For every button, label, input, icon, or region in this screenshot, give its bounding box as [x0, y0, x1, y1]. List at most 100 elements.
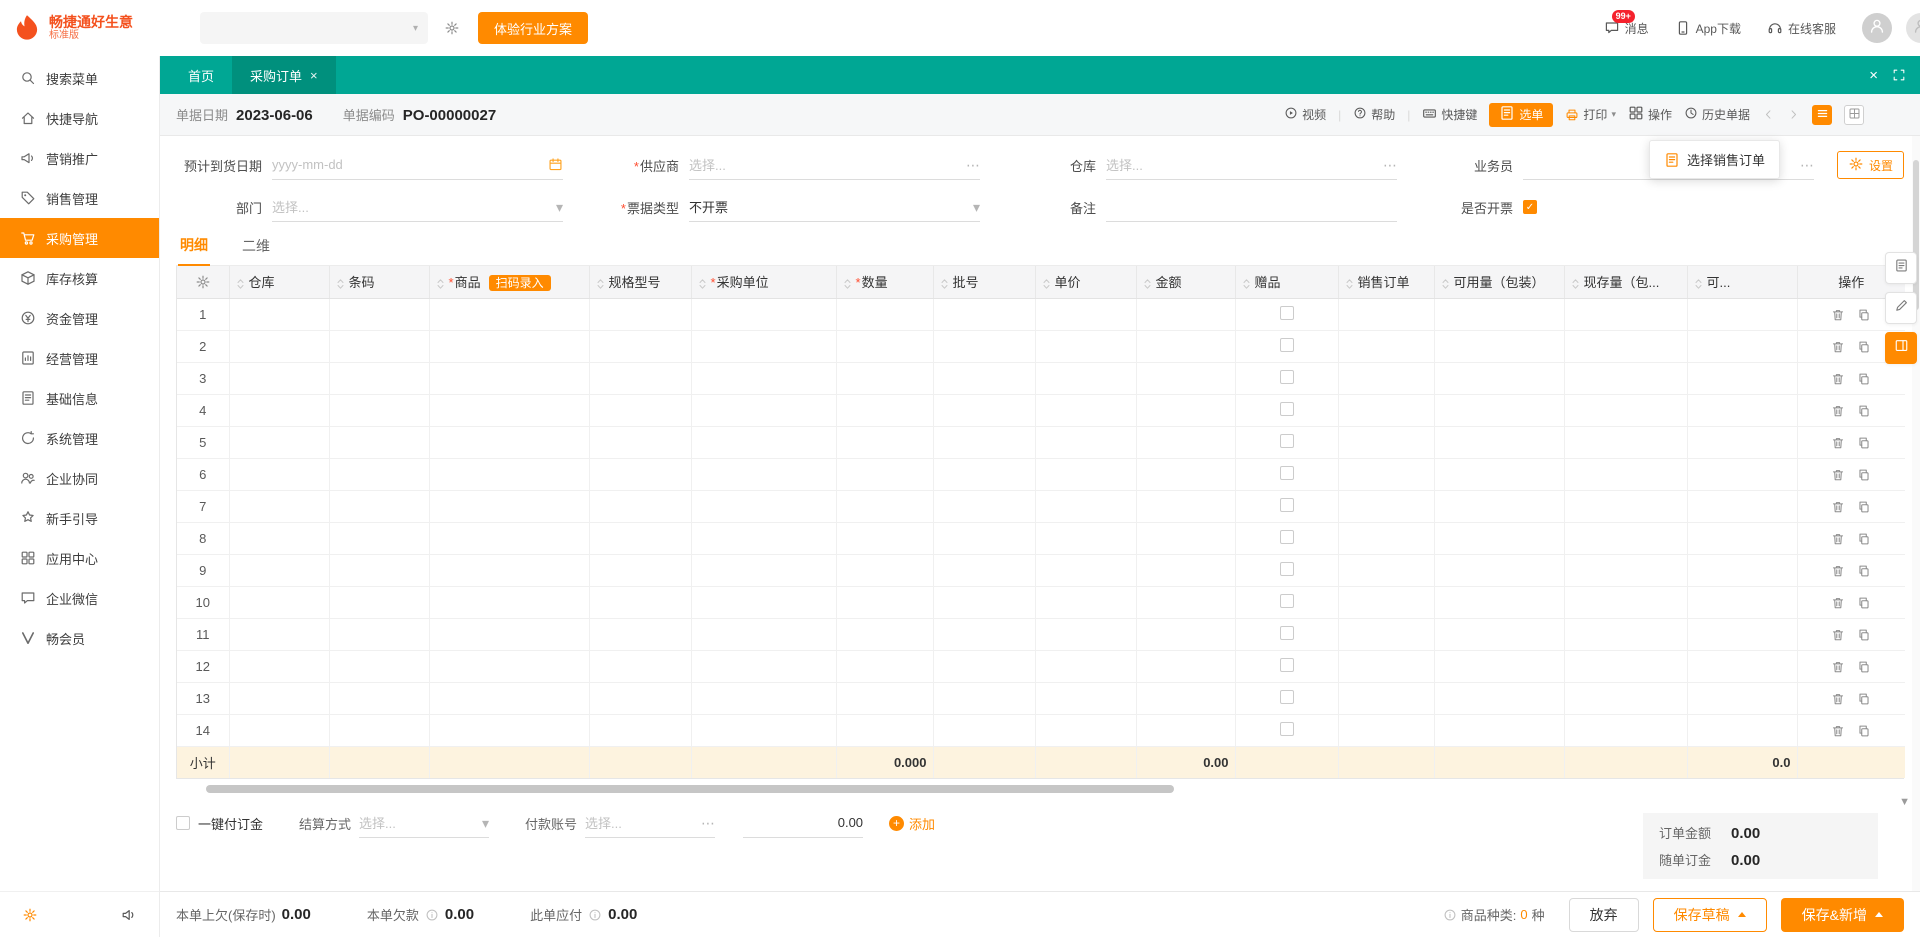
cell-warehouse[interactable] — [229, 330, 330, 363]
tab-dimension[interactable]: 二维 — [240, 236, 272, 265]
deposit-amount-input[interactable] — [743, 815, 864, 830]
cell-price[interactable] — [1035, 298, 1137, 331]
sidebar-item-14[interactable]: 畅会员 — [0, 618, 159, 658]
cell-batch[interactable] — [933, 618, 1036, 651]
cell-barcode[interactable] — [329, 586, 430, 619]
delete-row-icon[interactable] — [1831, 596, 1845, 610]
cell-available_trunc[interactable] — [1687, 586, 1798, 619]
col-header-available_trunc[interactable]: 可... — [1687, 266, 1798, 299]
doc-date-value[interactable]: 2023-06-06 — [236, 107, 313, 124]
copy-row-icon[interactable] — [1857, 596, 1871, 610]
cell-unit[interactable] — [691, 522, 837, 555]
cell-stock_pack[interactable] — [1564, 458, 1688, 491]
cell-available_pack[interactable] — [1434, 650, 1565, 683]
help-button[interactable]: 帮助 — [1353, 106, 1395, 123]
cell-barcode[interactable] — [329, 522, 430, 555]
cell-barcode[interactable] — [329, 330, 430, 363]
cell-available_trunc[interactable] — [1687, 714, 1798, 747]
cell-amount[interactable] — [1136, 586, 1236, 619]
cell-available_trunc[interactable] — [1687, 394, 1798, 427]
cell-warehouse[interactable] — [229, 714, 330, 747]
app-download-menu[interactable]: App下载 — [1675, 20, 1741, 37]
cell-barcode[interactable] — [329, 490, 430, 523]
cell-qty[interactable] — [836, 554, 934, 587]
delete-row-icon[interactable] — [1831, 660, 1845, 674]
cell-amount[interactable] — [1136, 522, 1236, 555]
table-row[interactable]: 9 — [177, 554, 1905, 587]
cell-warehouse[interactable] — [229, 490, 330, 523]
cell-stock_pack[interactable] — [1564, 394, 1688, 427]
scan-entry-button[interactable]: 扫码录入 — [488, 275, 551, 292]
cell-available_pack[interactable] — [1434, 298, 1565, 331]
hotkey-button[interactable]: 快捷键 — [1422, 106, 1477, 124]
table-row[interactable]: 5 — [177, 426, 1905, 459]
department-select[interactable]: 选择... ▾ — [272, 192, 563, 222]
cell-unit[interactable] — [691, 490, 837, 523]
pick-sales-order-item[interactable]: 选择销售订单 — [1687, 150, 1765, 169]
close-all-tabs-icon[interactable]: × — [1869, 68, 1878, 83]
col-header-amount[interactable]: 金额 — [1136, 266, 1236, 299]
table-row[interactable]: 2 — [177, 330, 1905, 363]
gift-checkbox[interactable] — [1279, 497, 1294, 512]
delete-row-icon[interactable] — [1831, 372, 1845, 386]
cell-available_pack[interactable] — [1434, 618, 1565, 651]
cell-batch[interactable] — [933, 714, 1036, 747]
cell-stock_pack[interactable] — [1564, 490, 1688, 523]
cell-available_trunc[interactable] — [1687, 682, 1798, 715]
cell-price[interactable] — [1035, 586, 1137, 619]
sort-icon[interactable] — [1042, 278, 1051, 290]
cell-batch[interactable] — [933, 394, 1036, 427]
sort-icon[interactable] — [698, 278, 707, 290]
cell-available_pack[interactable] — [1434, 394, 1565, 427]
cell-product[interactable] — [429, 586, 590, 619]
cell-product[interactable] — [429, 490, 590, 523]
cell-qty[interactable] — [836, 330, 934, 363]
video-button[interactable]: 视频 — [1284, 106, 1326, 123]
cell-qty[interactable] — [836, 362, 934, 395]
delete-row-icon[interactable] — [1831, 468, 1845, 482]
cell-warehouse[interactable] — [229, 650, 330, 683]
col-header-gift[interactable]: 赠品 — [1235, 266, 1339, 299]
cell-available_pack[interactable] — [1434, 586, 1565, 619]
table-row[interactable]: 12 — [177, 650, 1905, 683]
col-header-available_pack[interactable]: 可用量（包装） — [1434, 266, 1565, 299]
delete-row-icon[interactable] — [1831, 500, 1845, 514]
sort-icon[interactable] — [1242, 278, 1251, 290]
cell-price[interactable] — [1035, 522, 1137, 555]
cell-sales_order[interactable] — [1338, 682, 1435, 715]
hscroll-track[interactable] — [176, 785, 1904, 793]
cell-barcode[interactable] — [329, 714, 430, 747]
cell-spec[interactable] — [589, 554, 692, 587]
cell-barcode[interactable] — [329, 362, 430, 395]
cell-available_trunc[interactable] — [1687, 426, 1798, 459]
cell-available_trunc[interactable] — [1687, 618, 1798, 651]
cell-spec[interactable] — [589, 618, 692, 651]
gift-checkbox[interactable] — [1279, 529, 1294, 544]
cell-warehouse[interactable] — [229, 298, 330, 331]
cell-warehouse[interactable] — [229, 362, 330, 395]
cell-barcode[interactable] — [329, 554, 430, 587]
cell-qty[interactable] — [836, 586, 934, 619]
table-row[interactable]: 10 — [177, 586, 1905, 619]
cell-unit[interactable] — [691, 298, 837, 331]
cell-price[interactable] — [1035, 682, 1137, 715]
cell-stock_pack[interactable] — [1564, 618, 1688, 651]
cell-price[interactable] — [1035, 362, 1137, 395]
cell-price[interactable] — [1035, 426, 1137, 459]
cell-unit[interactable] — [691, 682, 837, 715]
cell-sales_order[interactable] — [1338, 650, 1435, 683]
copy-row-icon[interactable] — [1857, 532, 1871, 546]
cell-batch[interactable] — [933, 362, 1036, 395]
copy-row-icon[interactable] — [1857, 692, 1871, 706]
cell-stock_pack[interactable] — [1564, 298, 1688, 331]
cell-product[interactable] — [429, 522, 590, 555]
gift-checkbox[interactable] — [1279, 401, 1294, 416]
sort-icon[interactable] — [236, 278, 245, 290]
cell-unit[interactable] — [691, 458, 837, 491]
cell-spec[interactable] — [589, 394, 692, 427]
cell-spec[interactable] — [589, 650, 692, 683]
more-icon[interactable]: ⋯ — [966, 158, 980, 172]
hscroll-thumb[interactable] — [206, 785, 1174, 793]
cell-available_pack[interactable] — [1434, 714, 1565, 747]
table-row[interactable]: 6 — [177, 458, 1905, 491]
